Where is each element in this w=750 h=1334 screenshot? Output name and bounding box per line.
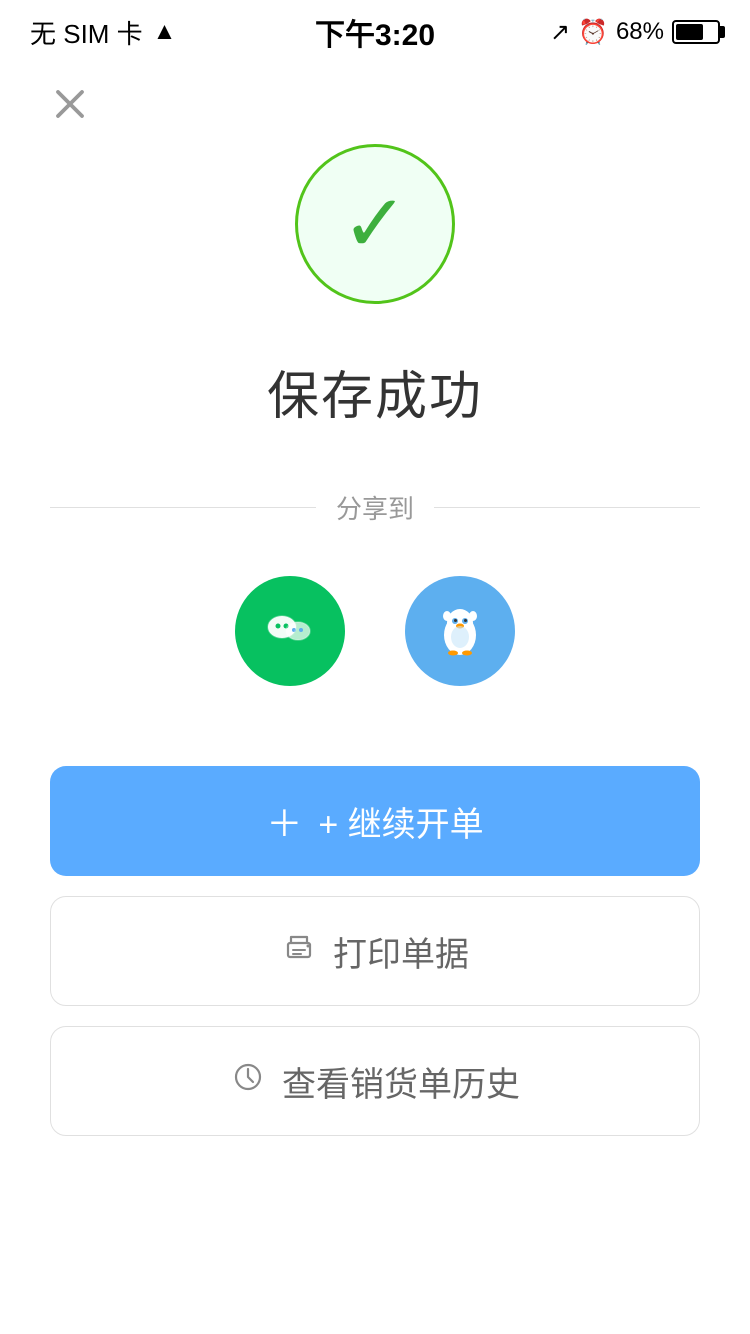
- battery-percent: 68%: [616, 18, 664, 46]
- wechat-icon: [260, 601, 320, 661]
- action-buttons: ＋ + 继续开单 打印单据 查看销货单: [0, 766, 750, 1136]
- qq-share-button[interactable]: [405, 576, 515, 686]
- close-button[interactable]: [44, 78, 96, 130]
- status-bar: 无 SIM 卡 ▲ 下午3:20 ↗ ⏰ 68%: [0, 0, 750, 64]
- close-icon: [52, 86, 88, 122]
- history-button[interactable]: 查看销货单历史: [50, 1026, 700, 1136]
- success-title: 保存成功: [267, 354, 483, 429]
- alarm-icon: ⏰: [578, 18, 608, 47]
- wechat-share-button[interactable]: [235, 576, 345, 686]
- status-time: 下午3:20: [315, 10, 435, 54]
- continue-order-button[interactable]: ＋ + 继续开单: [50, 766, 700, 876]
- continue-order-label: + 继续开单: [318, 797, 483, 846]
- share-section: 分享到: [0, 489, 750, 686]
- success-circle: ✓: [295, 144, 455, 304]
- share-icons: [50, 576, 700, 686]
- print-button[interactable]: 打印单据: [50, 896, 700, 1006]
- checkmark-icon: ✓: [341, 184, 408, 264]
- sim-status: 无 SIM 卡: [30, 14, 143, 51]
- print-label: 打印单据: [333, 927, 469, 976]
- battery-fill: [676, 24, 703, 40]
- status-left: 无 SIM 卡 ▲: [30, 14, 176, 51]
- plus-icon: ＋: [266, 795, 302, 847]
- divider-line-left: [50, 507, 316, 508]
- history-label: 查看销货单历史: [282, 1057, 520, 1106]
- wifi-icon: ▲: [153, 18, 177, 46]
- qq-icon: [428, 599, 493, 664]
- status-right: ↗ ⏰ 68%: [550, 18, 720, 47]
- location-icon: ↗: [550, 18, 570, 47]
- history-icon: [230, 1059, 266, 1104]
- divider-line-right: [434, 507, 700, 508]
- share-label: 分享到: [336, 489, 414, 526]
- battery-icon: [672, 20, 720, 44]
- print-icon: [281, 929, 317, 974]
- share-divider: 分享到: [50, 489, 700, 526]
- main-content: ✓ 保存成功 分享到: [0, 64, 750, 1136]
